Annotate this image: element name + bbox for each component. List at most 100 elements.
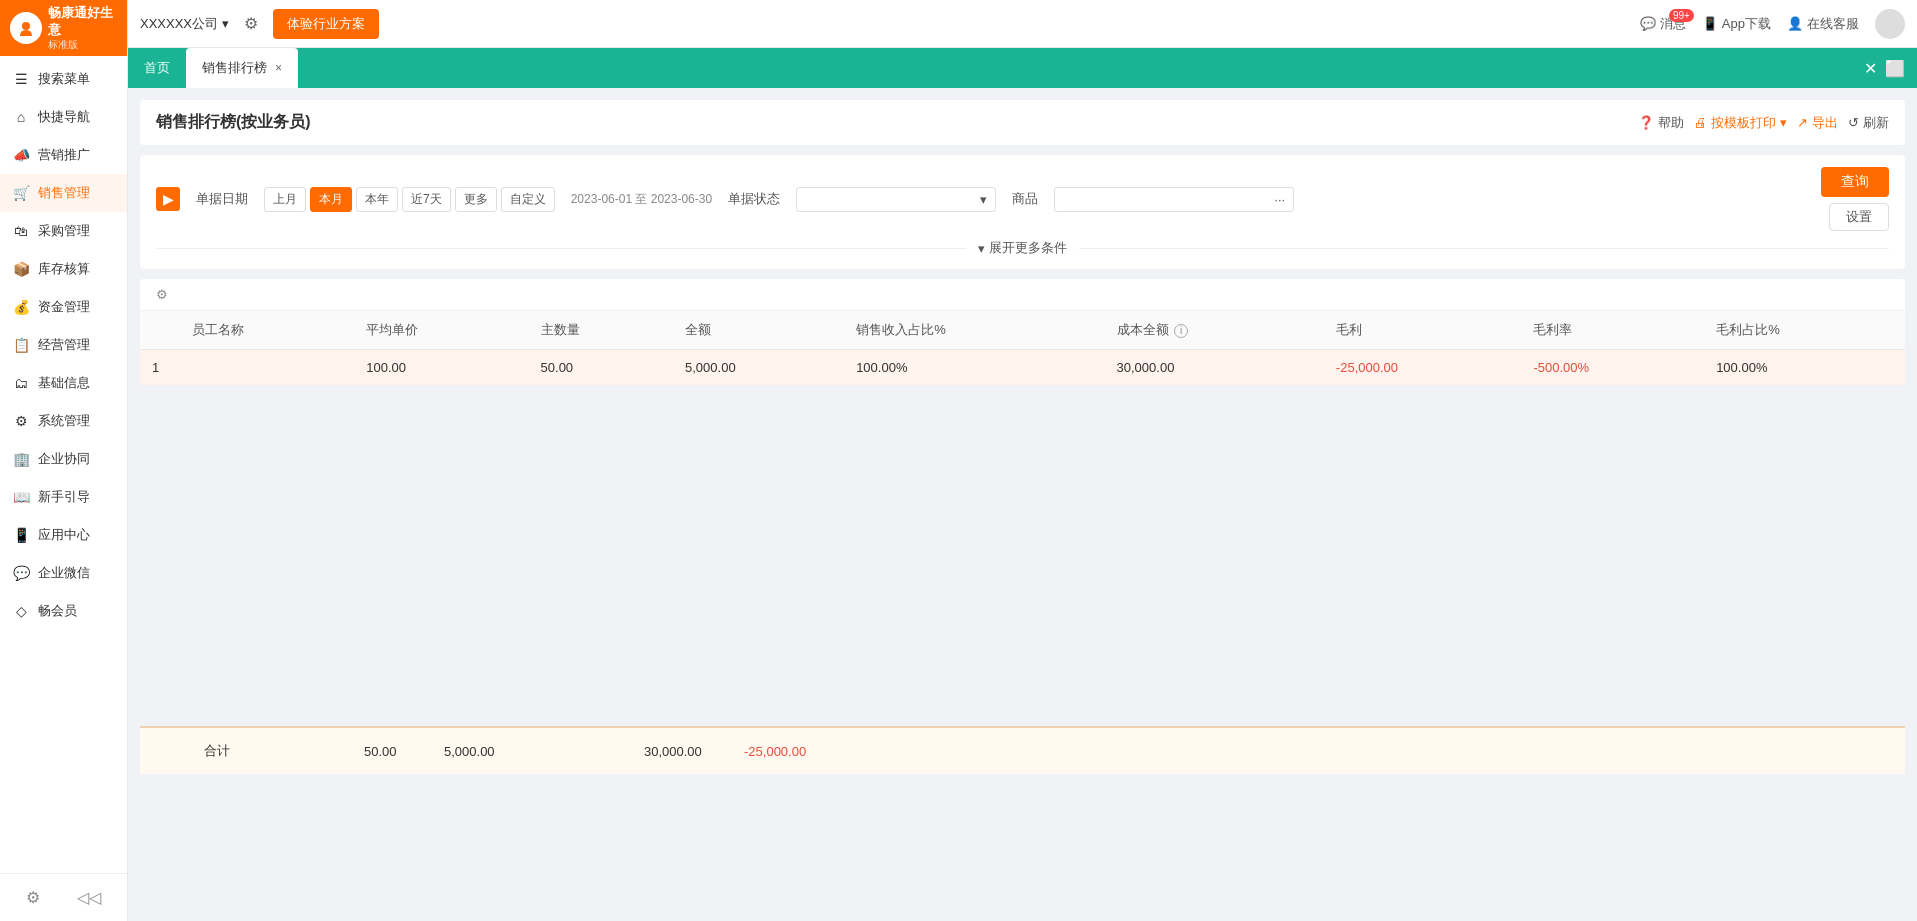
expand-label: 展开更多条件 [989, 239, 1067, 257]
sidebar-item-guide[interactable]: 📖 新手引导 [0, 478, 127, 516]
header-settings-btn[interactable]: ⚙ [237, 10, 265, 38]
company-selector[interactable]: XXXXXX公司 ▾ [140, 15, 229, 33]
tab-sales-ranking[interactable]: 销售排行榜 × [186, 48, 298, 88]
date-btn-prev-month[interactable]: 上月 [264, 187, 306, 212]
search-menu-icon: ☰ [12, 71, 30, 87]
col-cost: 成本全额 i [1105, 311, 1324, 350]
sidebar-item-search[interactable]: ☰ 搜索菜单 [0, 60, 127, 98]
tab-home[interactable]: 首页 [128, 48, 186, 88]
sidebar-label-funds: 资金管理 [38, 298, 90, 316]
sidebar-label-purchase: 采购管理 [38, 222, 90, 240]
filter-forward-btn[interactable]: ▶ [156, 187, 180, 211]
message-icon: 💬 [1640, 16, 1656, 31]
table-settings-icon[interactable]: ⚙ [156, 287, 168, 302]
sidebar-item-app-center[interactable]: 📱 应用中心 [0, 516, 127, 554]
refresh-btn[interactable]: ↺ 刷新 [1848, 114, 1889, 132]
chevron-down-icon: ▾ [222, 16, 229, 31]
app-edition: 标准版 [48, 38, 117, 51]
footer-total-label: 合计 [192, 738, 272, 764]
table-settings-row: ⚙ [140, 279, 1905, 311]
help-btn[interactable]: ❓ 帮助 [1638, 114, 1684, 132]
sidebar-bottom: ⚙ ◁◁ [0, 873, 127, 921]
goods-filter-input[interactable]: ··· [1054, 187, 1294, 212]
sidebar-item-sales[interactable]: 🛒 销售管理 [0, 174, 127, 212]
status-chevron-icon: ▾ [980, 192, 987, 207]
message-btn[interactable]: 💬 消息 99+ [1640, 15, 1686, 33]
print-chevron-icon: ▾ [1780, 115, 1787, 130]
sidebar-item-basic-info[interactable]: 🗂 基础信息 [0, 364, 127, 402]
print-btn[interactable]: 🖨 按模板打印 ▾ [1694, 114, 1787, 132]
status-filter-label: 单据状态 [728, 190, 780, 208]
table-row: 1 100.00 50.00 5,000.00 100.00% 30,000.0… [140, 350, 1905, 386]
filter-action-btns: 查询 设置 [1821, 167, 1889, 231]
header-right: 💬 消息 99+ 📱 App下载 👤 在线客服 [1640, 9, 1905, 39]
sidebar-item-inventory[interactable]: 📦 库存核算 [0, 250, 127, 288]
sidebar-nav: ☰ 搜索菜单 ⌂ 快捷导航 📣 营销推广 🛒 销售管理 🛍 采购管理 📦 库存核… [0, 56, 127, 873]
filter-row-1: ▶ 单据日期 上月 本月 本年 近7天 更多 自定义 2023-06-01 至 … [156, 167, 1889, 231]
cell-sales-ratio: 100.00% [844, 350, 1104, 386]
export-icon: ↗ [1797, 115, 1808, 130]
cost-info-icon[interactable]: i [1174, 324, 1188, 338]
status-filter-select[interactable]: ▾ [796, 187, 996, 212]
sidebar-label-guide: 新手引导 [38, 488, 90, 506]
service-icon: 👤 [1787, 16, 1803, 31]
tab-home-label: 首页 [144, 59, 170, 77]
sidebar-item-wechat[interactable]: 💬 企业微信 [0, 554, 127, 592]
date-btn-custom[interactable]: 自定义 [501, 187, 555, 212]
export-label: 导出 [1812, 114, 1838, 132]
sidebar-settings-btn[interactable]: ⚙ [22, 884, 44, 911]
system-icon: ⚙ [12, 413, 30, 429]
sidebar-item-operations[interactable]: 📋 经营管理 [0, 326, 127, 364]
query-btn[interactable]: 查询 [1821, 167, 1889, 197]
col-employee: 员工名称 [180, 311, 354, 350]
message-badge: 99+ [1669, 9, 1694, 22]
date-btn-current-year[interactable]: 本年 [356, 187, 398, 212]
sidebar-item-enterprise[interactable]: 🏢 企业协同 [0, 440, 127, 478]
expand-more-btn[interactable]: ▾ 展开更多条件 [966, 239, 1079, 257]
sidebar-item-quick-nav[interactable]: ⌂ 快捷导航 [0, 98, 127, 136]
tab-close-icon[interactable]: × [275, 61, 282, 75]
col-gross: 毛利 [1324, 311, 1522, 350]
data-table-container: ⚙ 员工名称 平均单价 主数量 全额 销售收入占比% 成本全额 i 毛利 毛利率… [140, 279, 1905, 386]
footer-cost: 30,000.00 [632, 740, 732, 763]
date-btn-7days[interactable]: 近7天 [402, 187, 451, 212]
app-center-icon: 📱 [12, 527, 30, 543]
company-name: XXXXXX公司 [140, 15, 218, 33]
online-service-btn[interactable]: 👤 在线客服 [1787, 15, 1859, 33]
date-btn-more[interactable]: 更多 [455, 187, 497, 212]
operations-icon: 📋 [12, 337, 30, 353]
expand-divider-left [156, 248, 966, 249]
col-qty: 主数量 [529, 311, 673, 350]
close-window-icon[interactable]: ✕ [1864, 59, 1877, 78]
sidebar-item-member[interactable]: ◇ 畅会员 [0, 592, 127, 630]
col-amount: 全额 [673, 311, 844, 350]
refresh-icon: ↺ [1848, 115, 1859, 130]
page-title: 销售排行榜(按业务员) [156, 112, 311, 133]
app-download-btn[interactable]: 📱 App下载 [1702, 15, 1771, 33]
footer-gross-rate [832, 747, 912, 755]
window-controls: ✕ ⬜ [1864, 59, 1917, 78]
date-btn-current-month[interactable]: 本月 [310, 187, 352, 212]
trial-btn[interactable]: 体验行业方案 [273, 9, 379, 39]
footer-label [152, 747, 192, 755]
sidebar-label-app-center: 应用中心 [38, 526, 90, 544]
print-icon: 🖨 [1694, 115, 1707, 130]
refresh-label: 刷新 [1863, 114, 1889, 132]
print-label: 按模板打印 [1711, 114, 1776, 132]
sidebar-item-system[interactable]: ⚙ 系统管理 [0, 402, 127, 440]
sidebar-item-funds[interactable]: 💰 资金管理 [0, 288, 127, 326]
sidebar-label-sales: 销售管理 [38, 184, 90, 202]
basic-info-icon: 🗂 [12, 375, 30, 391]
sidebar-collapse-btn[interactable]: ◁◁ [73, 884, 105, 911]
sidebar-item-purchase[interactable]: 🛍 采购管理 [0, 212, 127, 250]
goods-filter-label: 商品 [1012, 190, 1038, 208]
maximize-window-icon[interactable]: ⬜ [1885, 59, 1905, 78]
sidebar-label-member: 畅会员 [38, 602, 77, 620]
export-btn[interactable]: ↗ 导出 [1797, 114, 1838, 132]
settings-small-btn[interactable]: 设置 [1829, 203, 1889, 231]
app-download-icon: 📱 [1702, 16, 1718, 31]
user-avatar[interactable] [1875, 9, 1905, 39]
sidebar-item-marketing[interactable]: 📣 营销推广 [0, 136, 127, 174]
guide-icon: 📖 [12, 489, 30, 505]
sidebar-label-enterprise: 企业协同 [38, 450, 90, 468]
